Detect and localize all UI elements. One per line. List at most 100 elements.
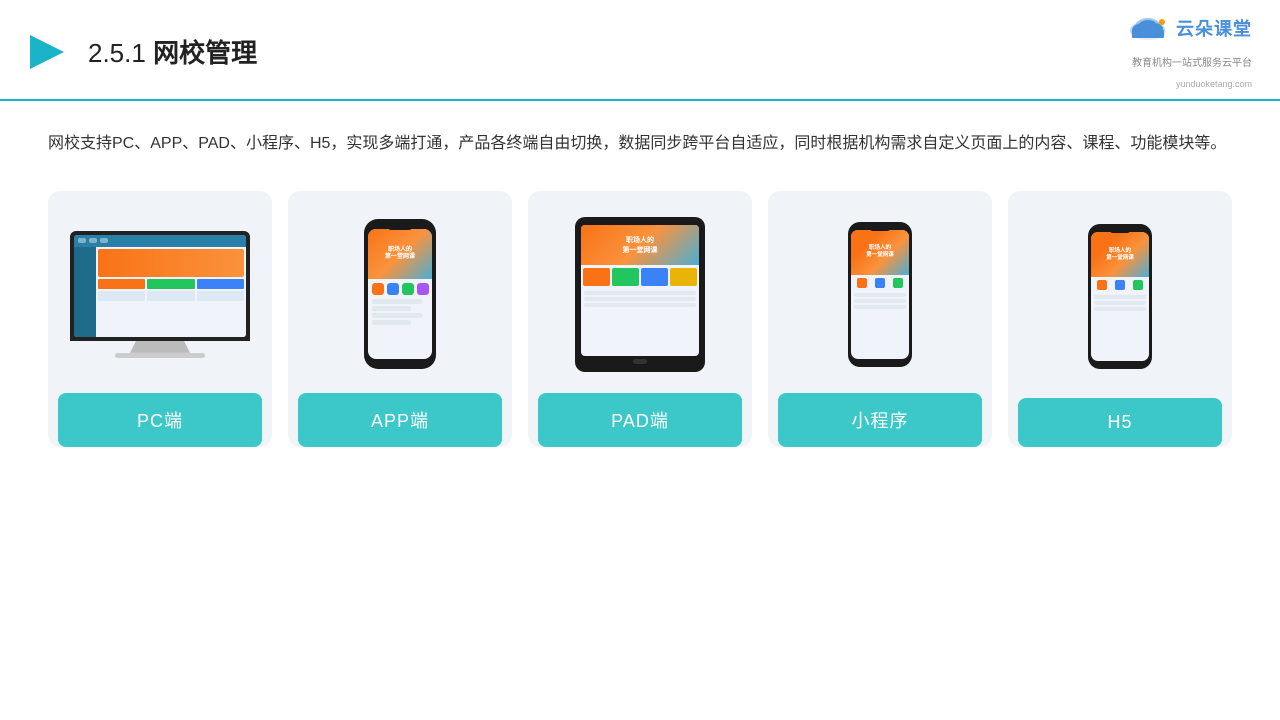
tablet-row-line xyxy=(584,303,696,307)
screen-nav xyxy=(74,235,246,247)
screen-sidebar xyxy=(74,247,96,337)
phone-thin-icon xyxy=(1097,280,1107,290)
tablet-rows xyxy=(581,289,699,311)
brand-tagline: 教育机构一站式服务云平台 xyxy=(1132,54,1252,69)
phone-thin-line xyxy=(854,293,906,297)
phone-icons-row xyxy=(368,279,432,297)
phone-icon xyxy=(372,283,384,295)
tablet-banner: 职场人的第一堂网课 xyxy=(581,225,699,265)
miniprogram-card: 职场人的第一堂网课 小程 xyxy=(768,191,992,447)
h5-label: H5 xyxy=(1018,398,1222,447)
tablet-card xyxy=(641,268,668,286)
phone-thin-icon xyxy=(893,278,903,288)
miniprogram-image-area: 职场人的第一堂网课 xyxy=(778,209,982,379)
screen-cards xyxy=(98,279,244,289)
monitor-screen xyxy=(70,231,250,341)
pad-card: 职场人的第一堂网课 xyxy=(528,191,752,447)
tablet-banner-text: 职场人的第一堂网课 xyxy=(623,235,658,255)
phone-thin-banner-text: 职场人的第一堂网课 xyxy=(866,245,894,259)
screen-body xyxy=(74,247,246,337)
screen-banner xyxy=(98,249,244,277)
phone-line xyxy=(372,313,422,318)
tablet-row-line xyxy=(584,297,696,301)
phone-thin-banner-text: 职场人的第一堂网课 xyxy=(1106,248,1134,262)
pad-image-area: 职场人的第一堂网课 xyxy=(538,209,742,379)
phone-thin-icon xyxy=(875,278,885,288)
phone-thin-icons xyxy=(851,275,909,291)
brand-logo: 云朵课堂 教育机构一站式服务云平台 yunduoketang.com xyxy=(1126,14,1252,89)
pad-label: PAD端 xyxy=(538,393,742,447)
phone-thin-banner: 职场人的第一堂网课 xyxy=(851,230,909,275)
phone-thin-icon xyxy=(1133,280,1143,290)
description: 网校支持PC、APP、PAD、小程序、H5，实现多端打通，产品各终端自由切换，数… xyxy=(48,129,1232,159)
tablet-mock: 职场人的第一堂网课 xyxy=(575,217,705,372)
phone-thin-lines xyxy=(1091,293,1149,315)
screen-cards-2 xyxy=(98,291,244,301)
phone-thin-screen: 职场人的第一堂网课 xyxy=(1091,232,1149,361)
app-phone-mock: 职场人的第一堂网课 xyxy=(364,219,436,369)
phone-thin-line xyxy=(1094,301,1146,305)
pc-image-area xyxy=(58,209,262,379)
h5-card: 职场人的第一堂网课 H5 xyxy=(1008,191,1232,447)
phone-thin-line xyxy=(1094,307,1146,311)
cloud-icon xyxy=(1126,14,1170,42)
nav-dot xyxy=(78,238,86,243)
nav-dot xyxy=(100,238,108,243)
phone-thin-screen: 职场人的第一堂网课 xyxy=(851,230,909,359)
app-card: 职场人的第一堂网课 xyxy=(288,191,512,447)
tablet-card xyxy=(583,268,610,286)
phone-thin-notch xyxy=(1110,228,1130,233)
app-image-area: 职场人的第一堂网课 xyxy=(298,209,502,379)
miniprogram-phone: 职场人的第一堂网课 xyxy=(848,222,912,367)
cards-row: PC端 职场人的第一堂网课 xyxy=(48,191,1232,447)
phone-thin-line xyxy=(854,299,906,303)
tablet-cards xyxy=(581,265,699,289)
h5-phone: 职场人的第一堂网课 xyxy=(1088,224,1152,369)
nav-dot xyxy=(89,238,97,243)
monitor-screen-inner xyxy=(74,235,246,337)
app-label: APP端 xyxy=(298,393,502,447)
brand-name: 云朵课堂 xyxy=(1176,15,1252,41)
tablet-row-line xyxy=(584,291,696,295)
page-title: 2.5.1 网校管理 xyxy=(88,33,257,70)
phone-thin-banner: 职场人的第一堂网课 xyxy=(1091,232,1149,277)
screen-card xyxy=(197,279,244,289)
tablet-card xyxy=(612,268,639,286)
header-left: 2.5.1 网校管理 xyxy=(24,29,257,75)
phone-banner-text: 职场人的第一堂网课 xyxy=(385,247,415,263)
monitor-stand xyxy=(130,341,190,353)
tablet-card xyxy=(670,268,697,286)
screen-card xyxy=(147,279,194,289)
pc-monitor xyxy=(70,231,250,358)
screen-main xyxy=(96,247,246,337)
main-content: 网校支持PC、APP、PAD、小程序、H5，实现多端打通，产品各终端自由切换，数… xyxy=(0,101,1280,467)
phone-icon xyxy=(417,283,429,295)
phone-notch xyxy=(388,224,412,230)
phone-thin-icons xyxy=(1091,277,1149,293)
phone-thin-icon xyxy=(1115,280,1125,290)
screen-card xyxy=(98,279,145,289)
pc-card: PC端 xyxy=(48,191,272,447)
phone-thin-lines xyxy=(851,291,909,313)
phone-line xyxy=(372,306,411,311)
screen-card xyxy=(147,291,194,301)
brand-url: yunduoketang.com xyxy=(1176,79,1252,89)
phone-content-lines xyxy=(368,297,432,329)
screen-card xyxy=(197,291,244,301)
brand-icon: 云朵课堂 xyxy=(1126,14,1252,42)
phone-icon xyxy=(387,283,399,295)
phone-line xyxy=(372,299,422,304)
phone-thin-icon xyxy=(857,278,867,288)
h5-image-area: 职场人的第一堂网课 xyxy=(1018,209,1222,384)
tablet-screen: 职场人的第一堂网课 xyxy=(581,225,699,356)
tablet-home-btn xyxy=(633,359,647,364)
logo-arrow-icon xyxy=(24,29,70,75)
phone-icon xyxy=(402,283,414,295)
screen-content xyxy=(74,235,246,337)
phone-thin-line xyxy=(854,305,906,309)
phone-banner: 职场人的第一堂网课 xyxy=(368,229,432,279)
phone-line xyxy=(372,320,411,325)
header: 2.5.1 网校管理 云朵课堂 教育机构一站式服务云平台 yunduoketan… xyxy=(0,0,1280,101)
phone-screen: 职场人的第一堂网课 xyxy=(368,229,432,359)
monitor-base xyxy=(115,353,205,358)
